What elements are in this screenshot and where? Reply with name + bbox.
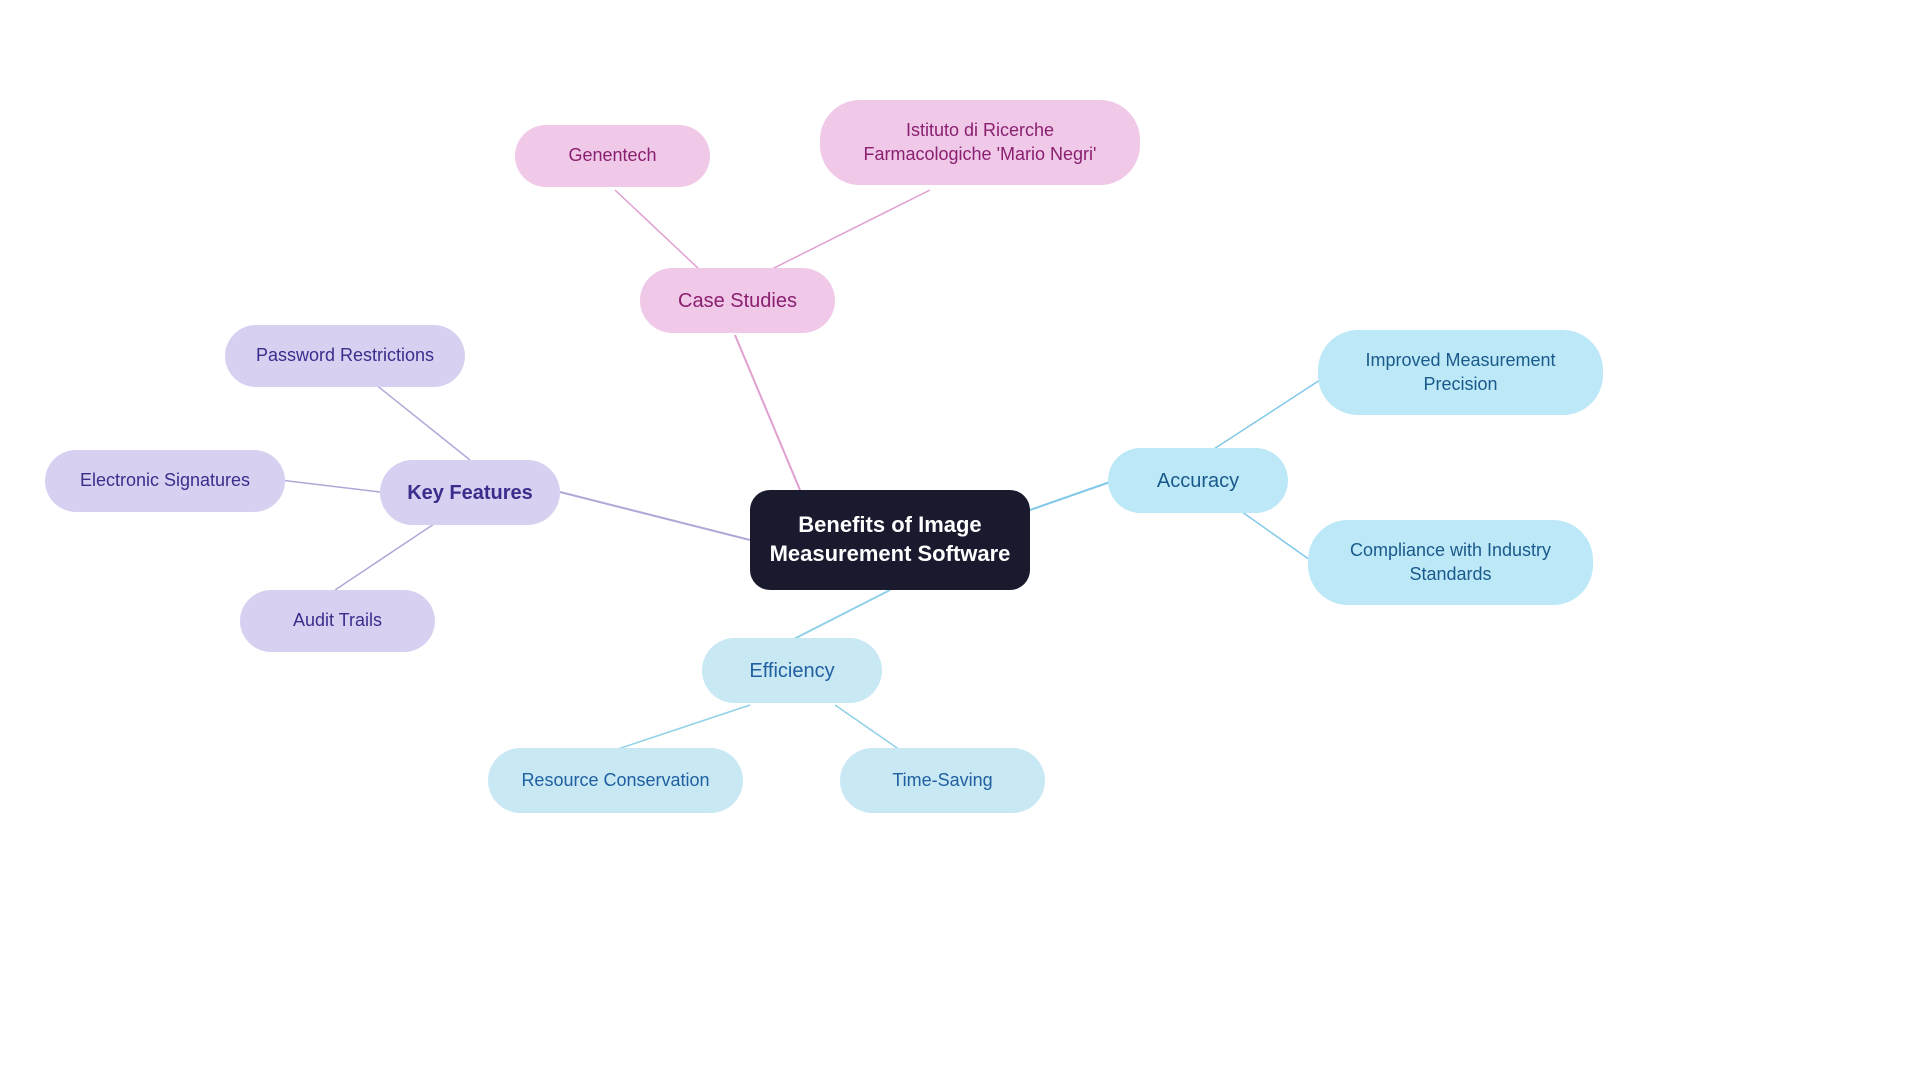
- audit-trails-label: Audit Trails: [293, 609, 382, 632]
- genentech-node: Genentech: [515, 125, 710, 187]
- audit-trails-node: Audit Trails: [240, 590, 435, 652]
- efficiency-node: Efficiency: [702, 638, 882, 703]
- password-restrictions-node: Password Restrictions: [225, 325, 465, 387]
- istituto-node: Istituto di Ricerche Farmacologiche 'Mar…: [820, 100, 1140, 185]
- center-node: Benefits of Image Measurement Software: [750, 490, 1030, 590]
- improved-precision-label: Improved Measurement Precision: [1365, 349, 1555, 396]
- resource-conservation-node: Resource Conservation: [488, 748, 743, 813]
- genentech-label: Genentech: [568, 144, 656, 167]
- improved-precision-node: Improved Measurement Precision: [1318, 330, 1603, 415]
- key-features-label: Key Features: [407, 480, 533, 506]
- accuracy-label: Accuracy: [1157, 468, 1239, 494]
- password-restrictions-label: Password Restrictions: [256, 344, 434, 367]
- accuracy-node: Accuracy: [1108, 448, 1288, 513]
- time-saving-node: Time-Saving: [840, 748, 1045, 813]
- time-saving-label: Time-Saving: [892, 769, 992, 792]
- compliance-node: Compliance with Industry Standards: [1308, 520, 1593, 605]
- key-features-node: Key Features: [380, 460, 560, 525]
- case-studies-node: Case Studies: [640, 268, 835, 333]
- compliance-label: Compliance with Industry Standards: [1350, 539, 1551, 586]
- center-label: Benefits of Image Measurement Software: [770, 511, 1011, 568]
- istituto-label: Istituto di Ricerche Farmacologiche 'Mar…: [864, 119, 1097, 166]
- electronic-signatures-label: Electronic Signatures: [80, 469, 250, 492]
- electronic-signatures-node: Electronic Signatures: [45, 450, 285, 512]
- efficiency-label: Efficiency: [749, 658, 834, 684]
- mindmap-canvas: Benefits of Image Measurement Software K…: [0, 0, 1920, 1083]
- case-studies-label: Case Studies: [678, 288, 797, 314]
- resource-conservation-label: Resource Conservation: [521, 769, 709, 792]
